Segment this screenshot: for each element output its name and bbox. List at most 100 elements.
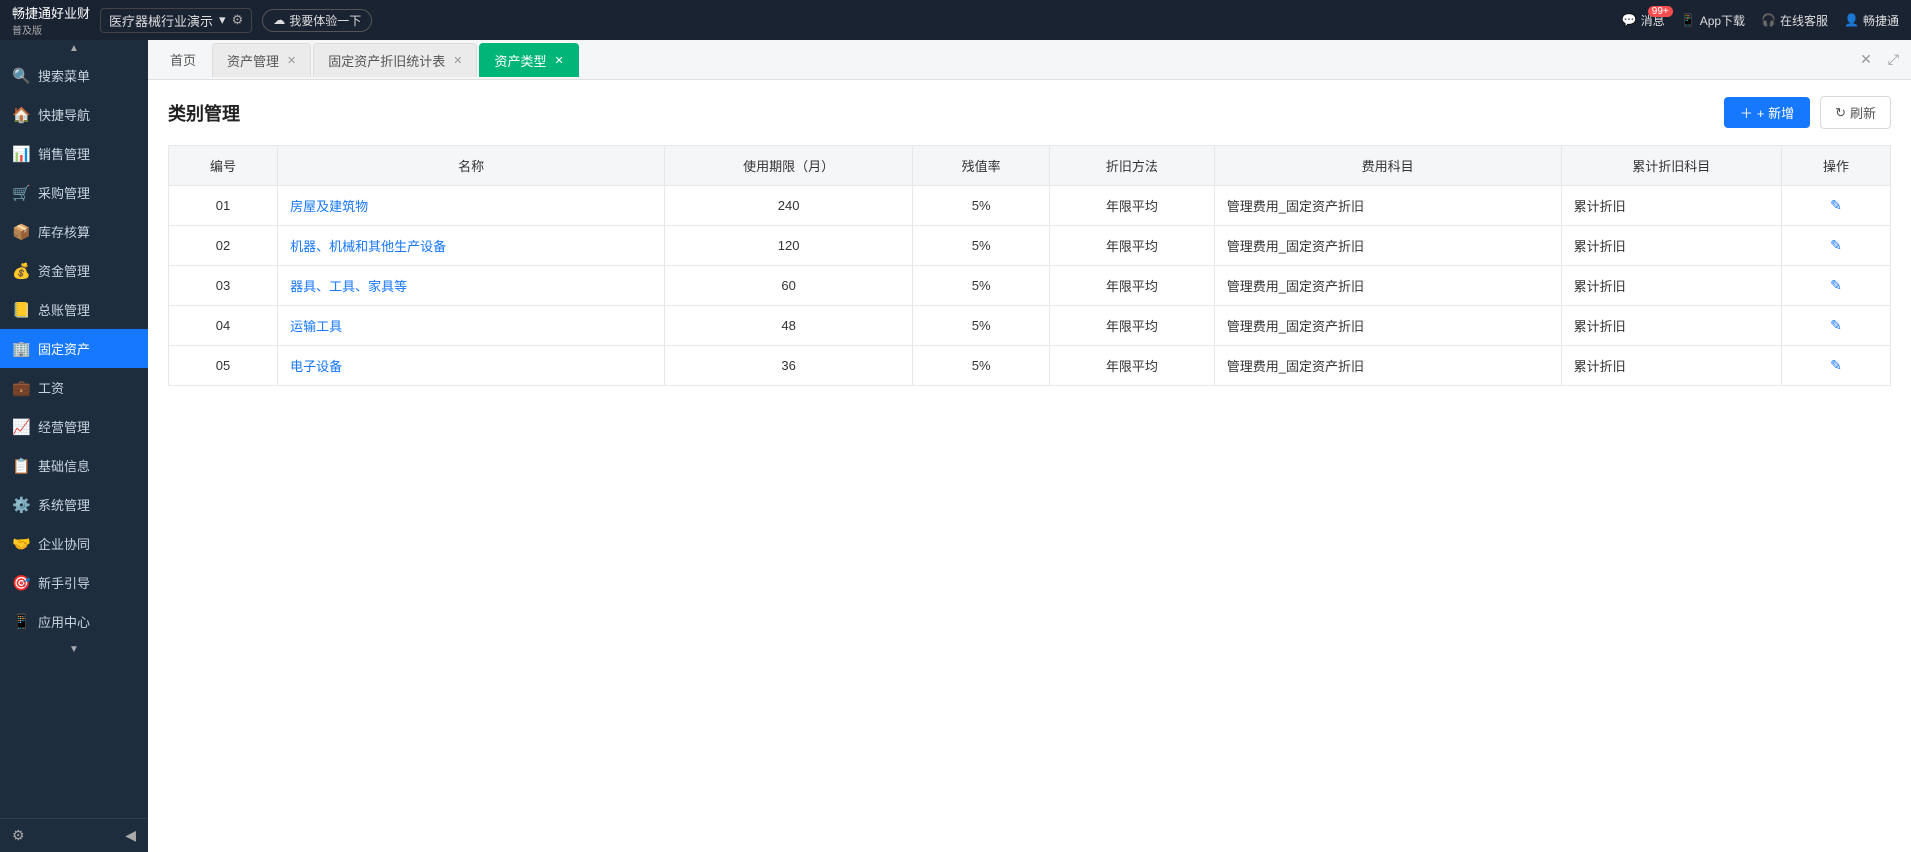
edit-icon[interactable]: ✎: [1830, 357, 1842, 373]
settings-bottom-icon[interactable]: ⚙: [12, 827, 25, 844]
add-icon: ＋: [1740, 103, 1753, 122]
sidebar-item-capital[interactable]: 💰 资金管理: [0, 251, 148, 290]
sidebar-item-label: 总账管理: [38, 300, 90, 319]
app-icon: 📱: [1681, 13, 1696, 27]
cart-icon: 🛒: [12, 184, 30, 202]
refresh-icon: ↻: [1835, 105, 1846, 121]
tab-asset-mgmt[interactable]: 资产管理 ✕: [212, 43, 311, 77]
tab-home[interactable]: 首页: [156, 43, 210, 77]
table-row: 05 电子设备 36 5% 年限平均 管理费用_固定资产折旧 累计折旧 ✎: [169, 346, 1891, 386]
col-header-period: 使用期限（月）: [665, 146, 913, 186]
page-title: 类别管理: [168, 100, 240, 126]
cell-residual: 5%: [913, 346, 1050, 386]
tab-depreciation[interactable]: 固定资产折旧统计表 ✕: [313, 43, 477, 77]
sidebar-item-label: 搜索菜单: [38, 66, 90, 85]
sidebar-item-label: 采购管理: [38, 183, 90, 202]
refresh-button[interactable]: ↻ 刷新: [1820, 96, 1891, 129]
cell-accum: 累计折旧: [1561, 306, 1781, 346]
sidebar-scroll-up[interactable]: ▲: [0, 40, 148, 56]
cell-name: 电子设备: [278, 346, 665, 386]
online-service-btn[interactable]: 🎧 在线客服: [1761, 12, 1828, 29]
tabbar: 首页 资产管理 ✕ 固定资产折旧统计表 ✕ 资产类型 ✕ ✕ ⤢: [148, 40, 1911, 80]
cell-accum: 累计折旧: [1561, 266, 1781, 306]
sidebar-item-label: 新手引导: [38, 573, 90, 592]
sidebar-item-salary[interactable]: 💼 工资: [0, 368, 148, 407]
sidebar-scroll-down[interactable]: ▼: [0, 641, 148, 657]
close-tab-icon[interactable]: ✕: [287, 54, 296, 67]
briefcase-icon: 💼: [12, 379, 30, 397]
close-tab-icon[interactable]: ✕: [453, 54, 462, 67]
cell-period: 240: [665, 186, 913, 226]
cell-code: 05: [169, 346, 278, 386]
mobile-icon: 📱: [12, 613, 30, 631]
cell-action: ✎: [1781, 186, 1890, 226]
cell-code: 01: [169, 186, 278, 226]
cell-subject: 管理费用_固定资产折旧: [1214, 186, 1561, 226]
main-layout: ▲ 🔍 搜索菜单 🏠 快捷导航 📊 销售管理 🛒 采购管理 📦 库存核算 💰 资…: [0, 40, 1911, 852]
sidebar-item-label: 基础信息: [38, 456, 90, 475]
cell-code: 04: [169, 306, 278, 346]
box-icon: 📦: [12, 223, 30, 241]
sidebar-item-quick-nav[interactable]: 🏠 快捷导航: [0, 95, 148, 134]
sidebar: ▲ 🔍 搜索菜单 🏠 快捷导航 📊 销售管理 🛒 采购管理 📦 库存核算 💰 资…: [0, 40, 148, 852]
edit-icon[interactable]: ✎: [1830, 317, 1842, 333]
company-name: 医疗器械行业演示: [109, 11, 213, 30]
col-header-method: 折旧方法: [1050, 146, 1215, 186]
cell-action: ✎: [1781, 226, 1890, 266]
cell-accum: 累计折旧: [1561, 226, 1781, 266]
close-tab-icon[interactable]: ✕: [555, 54, 564, 67]
col-header-accum: 累计折旧科目: [1561, 146, 1781, 186]
sidebar-item-fixed-assets[interactable]: 🏢 固定资产: [0, 329, 148, 368]
cell-method: 年限平均: [1050, 226, 1215, 266]
sidebar-item-label: 企业协同: [38, 534, 90, 553]
app-download-btn[interactable]: 📱 App下载: [1681, 12, 1745, 29]
edit-icon[interactable]: ✎: [1830, 197, 1842, 213]
gear-icon: ⚙️: [12, 496, 30, 514]
building-icon: 🏢: [12, 340, 30, 358]
sidebar-item-app-center[interactable]: 📱 应用中心: [0, 602, 148, 641]
settings-icon[interactable]: ⚙: [232, 12, 244, 28]
message-btn[interactable]: 💬 消息 99+: [1622, 12, 1665, 29]
company-selector[interactable]: 医疗器械行业演示 ▾ ⚙: [100, 8, 252, 33]
sidebar-item-label: 快捷导航: [38, 105, 90, 124]
cell-name: 运输工具: [278, 306, 665, 346]
expand-icon[interactable]: ⤢: [1884, 47, 1903, 72]
tab-asset-type[interactable]: 资产类型 ✕: [479, 43, 578, 77]
sidebar-item-guide[interactable]: 🎯 新手引导: [0, 563, 148, 602]
col-header-subject: 费用科目: [1214, 146, 1561, 186]
ledger-icon: 📒: [12, 301, 30, 319]
sidebar-bottom: ⚙ ◀: [0, 818, 148, 852]
cell-code: 03: [169, 266, 278, 306]
sidebar-item-purchase[interactable]: 🛒 采购管理: [0, 173, 148, 212]
handshake-icon: 🤝: [12, 535, 30, 553]
sidebar-item-label: 销售管理: [38, 144, 90, 163]
sidebar-item-ledger[interactable]: 📒 总账管理: [0, 290, 148, 329]
sidebar-item-basic-info[interactable]: 📋 基础信息: [0, 446, 148, 485]
cell-action: ✎: [1781, 346, 1890, 386]
sidebar-item-inventory[interactable]: 📦 库存核算: [0, 212, 148, 251]
close-window-icon[interactable]: ✕: [1856, 47, 1876, 72]
sidebar-item-operation[interactable]: 📈 经营管理: [0, 407, 148, 446]
sidebar-item-search-menu[interactable]: 🔍 搜索菜单: [0, 56, 148, 95]
cell-residual: 5%: [913, 226, 1050, 266]
sidebar-item-sales[interactable]: 📊 销售管理: [0, 134, 148, 173]
cell-method: 年限平均: [1050, 306, 1215, 346]
app-logo: 畅捷通好业财 普及版: [12, 3, 90, 37]
user-btn[interactable]: 👤 畅捷通: [1844, 12, 1899, 29]
edit-icon[interactable]: ✎: [1830, 237, 1842, 253]
sidebar-item-system[interactable]: ⚙️ 系统管理: [0, 485, 148, 524]
collapse-sidebar-icon[interactable]: ◀: [125, 827, 136, 844]
sidebar-item-label: 资金管理: [38, 261, 90, 280]
edit-icon[interactable]: ✎: [1830, 277, 1842, 293]
cell-method: 年限平均: [1050, 346, 1215, 386]
headset-icon: 🎧: [1761, 13, 1776, 27]
sidebar-item-enterprise[interactable]: 🤝 企业协同: [0, 524, 148, 563]
try-button[interactable]: ☁ 我要体验一下: [262, 9, 372, 32]
table-row: 02 机器、机械和其他生产设备 120 5% 年限平均 管理费用_固定资产折旧 …: [169, 226, 1891, 266]
tab-label: 资产类型: [494, 51, 546, 70]
col-header-action: 操作: [1781, 146, 1890, 186]
col-header-code: 编号: [169, 146, 278, 186]
add-button[interactable]: ＋ + 新增: [1724, 97, 1810, 128]
chart-icon: 📊: [12, 145, 30, 163]
topbar-left: 畅捷通好业财 普及版 医疗器械行业演示 ▾ ⚙ ☁ 我要体验一下: [12, 3, 372, 37]
